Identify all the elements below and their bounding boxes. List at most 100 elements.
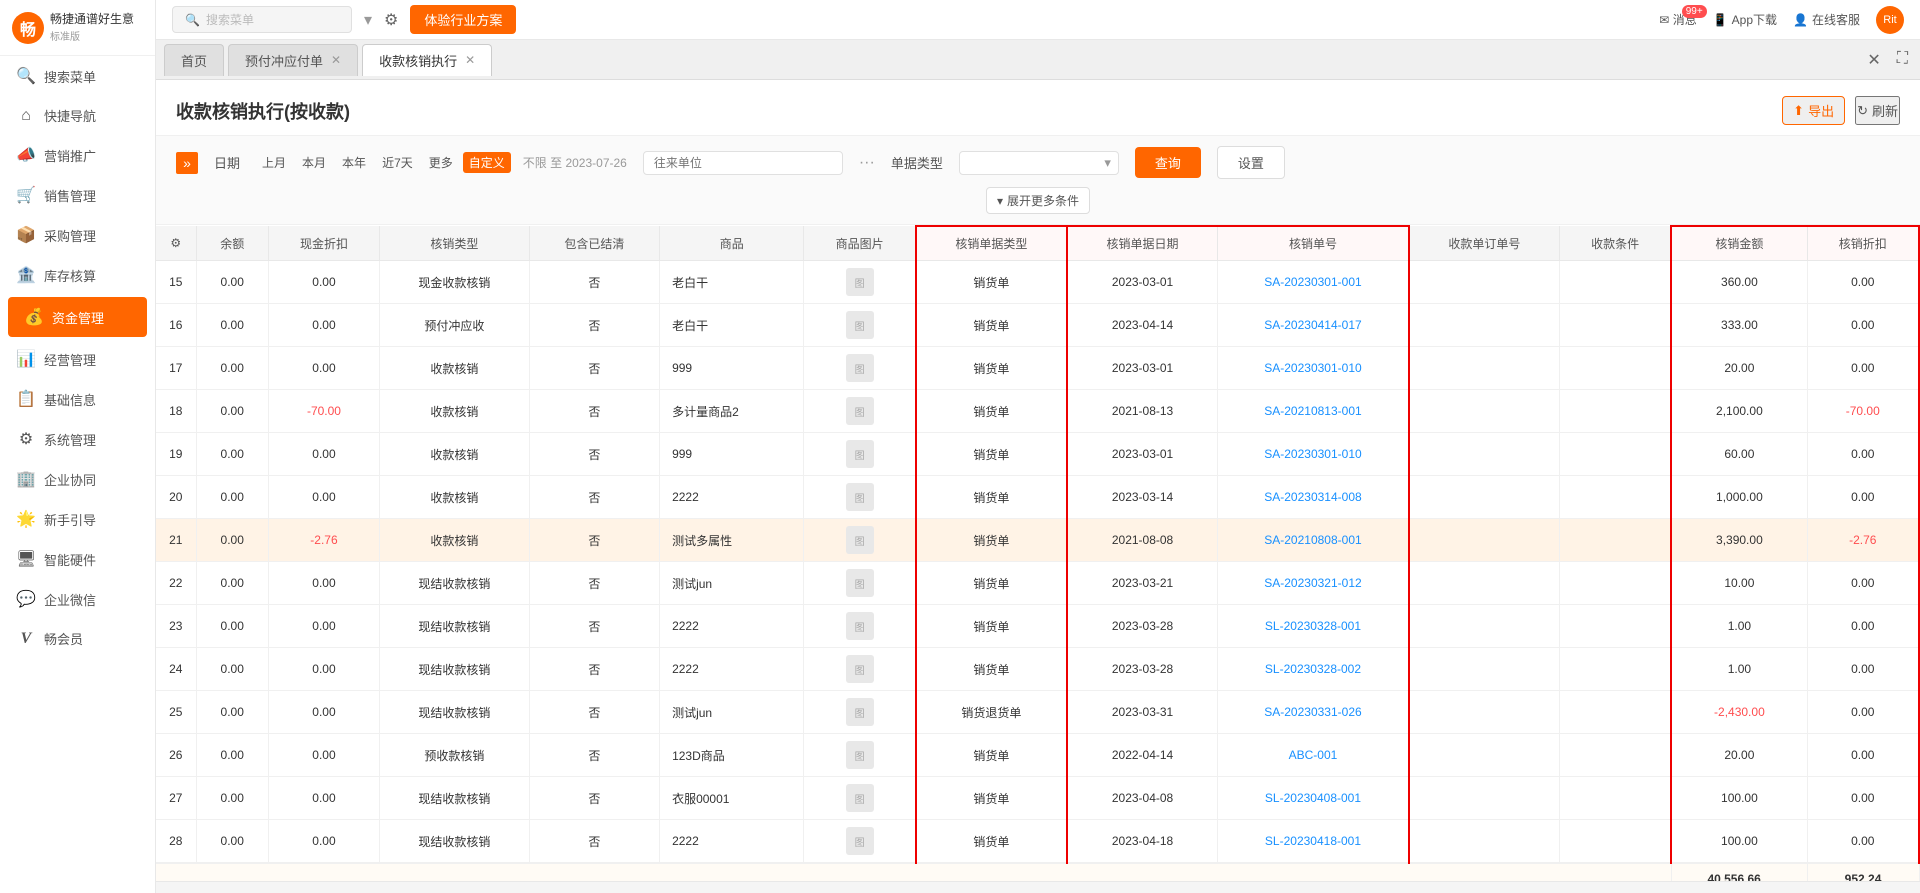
write-off-no-link[interactable]: SL-20230418-001 bbox=[1265, 834, 1361, 848]
cell-seq: 15 bbox=[156, 261, 196, 304]
export-btn[interactable]: ⬆ 导出 bbox=[1782, 96, 1845, 125]
filter-date-7days[interactable]: 近7天 bbox=[376, 152, 419, 173]
sidebar-item-basic-info[interactable]: 📋 基础信息 bbox=[0, 379, 155, 419]
col-receipt-condition: 收款条件 bbox=[1559, 226, 1671, 261]
write-off-no-link[interactable]: SL-20230328-002 bbox=[1265, 662, 1361, 676]
app-download[interactable]: 📱 App下载 bbox=[1713, 11, 1777, 28]
cell-cash-discount: 0.00 bbox=[268, 347, 379, 390]
write-off-no-link[interactable]: SA-20210813-001 bbox=[1264, 404, 1361, 418]
cell-receipt-order-no bbox=[1409, 777, 1559, 820]
col-balance: 余额 bbox=[196, 226, 268, 261]
cell-receipt-condition bbox=[1559, 820, 1671, 864]
cell-balance: 0.00 bbox=[196, 734, 268, 777]
write-off-no-link[interactable]: SA-20230301-001 bbox=[1264, 275, 1361, 289]
basic-info-icon: 📋 bbox=[16, 389, 36, 409]
inventory-icon: 🏦 bbox=[16, 265, 36, 285]
cell-write-off-type: 现结收款核销 bbox=[380, 691, 530, 734]
user-avatar[interactable]: Rit bbox=[1876, 6, 1904, 34]
doc-type-select[interactable] bbox=[959, 151, 1119, 175]
sidebar-item-sales[interactable]: 🛒 销售管理 bbox=[0, 175, 155, 215]
industry-btn[interactable]: 体验行业方案 bbox=[410, 5, 516, 34]
col-gear[interactable]: ⚙ bbox=[156, 226, 196, 261]
cell-goods-img: 图 bbox=[804, 734, 916, 777]
table-row: 24 0.00 0.00 现结收款核销 否 2222 图 销货单 2023-03… bbox=[156, 648, 1919, 691]
cell-cash-discount: 0.00 bbox=[268, 433, 379, 476]
write-off-no-link[interactable]: ABC-001 bbox=[1289, 748, 1338, 762]
write-off-no-link[interactable]: SA-20230301-010 bbox=[1264, 447, 1361, 461]
sidebar-item-guide[interactable]: 🌟 新手引导 bbox=[0, 499, 155, 539]
table-head: ⚙ 余额 现金折扣 核销类型 包含已结清 商品 商品图片 核销单据类型 核销单据… bbox=[156, 226, 1919, 261]
write-off-no-link[interactable]: SA-20210808-001 bbox=[1264, 533, 1361, 547]
expand-icon: ▾ bbox=[997, 194, 1003, 208]
cell-write-off-no: ABC-001 bbox=[1218, 734, 1409, 777]
cell-balance: 0.00 bbox=[196, 261, 268, 304]
cell-cash-discount: 0.00 bbox=[268, 261, 379, 304]
query-btn[interactable]: 查询 bbox=[1135, 147, 1201, 178]
cell-receipt-order-no bbox=[1409, 476, 1559, 519]
cell-balance: 0.00 bbox=[196, 691, 268, 734]
sidebar-item-business[interactable]: 📊 经营管理 bbox=[0, 339, 155, 379]
online-service[interactable]: 👤 在线客服 bbox=[1793, 11, 1860, 28]
search-box[interactable]: 🔍 搜索菜单 bbox=[172, 6, 352, 33]
expand-more-btn[interactable]: ▾ 展开更多条件 bbox=[986, 187, 1090, 214]
tab-receipts-close[interactable]: ✕ bbox=[465, 53, 475, 67]
sidebar-item-system[interactable]: ⚙ 系统管理 bbox=[0, 419, 155, 459]
cell-receipt-order-no bbox=[1409, 734, 1559, 777]
cell-write-off-date: 2023-03-01 bbox=[1067, 261, 1217, 304]
maximize-btn[interactable]: ⛶ bbox=[1893, 46, 1912, 74]
cell-write-off-discount: 0.00 bbox=[1807, 605, 1919, 648]
write-off-no-link[interactable]: SA-20230414-017 bbox=[1264, 318, 1361, 332]
cell-goods-img: 图 bbox=[804, 304, 916, 347]
sidebar-item-hardware[interactable]: 🖥 智能硬件 bbox=[0, 539, 155, 579]
write-off-no-link[interactable]: SA-20230301-010 bbox=[1264, 361, 1361, 375]
filter-date-more[interactable]: 更多 bbox=[423, 152, 459, 173]
filter-date-custom[interactable]: 自定义 bbox=[463, 152, 511, 173]
table-row: 27 0.00 0.00 现结收款核销 否 衣服00001 图 销货单 2023… bbox=[156, 777, 1919, 820]
filter-date-last-month[interactable]: 上月 bbox=[256, 152, 292, 173]
table-footer: 40,556,66... 952.24 bbox=[156, 863, 1919, 881]
sidebar-item-marketing[interactable]: 📣 营销推广 bbox=[0, 135, 155, 175]
settings-btn[interactable]: 设置 bbox=[1217, 146, 1285, 179]
filter-ellipsis: ··· bbox=[859, 154, 875, 172]
table-container[interactable]: ⚙ 余额 现金折扣 核销类型 包含已结清 商品 商品图片 核销单据类型 核销单据… bbox=[156, 225, 1920, 881]
cell-include-settled: 否 bbox=[529, 261, 659, 304]
sidebar-item-wechat[interactable]: 💬 企业微信 bbox=[0, 579, 155, 619]
write-off-no-link[interactable]: SA-20230321-012 bbox=[1264, 576, 1361, 590]
close-window-btn[interactable]: ✕ bbox=[1863, 46, 1884, 74]
tab-receipts[interactable]: 收款核销执行 ✕ bbox=[362, 44, 492, 76]
cell-write-off-amount: 20.00 bbox=[1671, 347, 1807, 390]
sidebar-item-enterprise[interactable]: 🏢 企业协同 bbox=[0, 459, 155, 499]
chevron-down-icon[interactable]: ▾ bbox=[364, 10, 372, 30]
cell-write-off-amount: -2,430.00 bbox=[1671, 691, 1807, 734]
write-off-no-link[interactable]: SL-20230408-001 bbox=[1265, 791, 1361, 805]
col-cash-discount: 现金折扣 bbox=[268, 226, 379, 261]
write-off-no-link[interactable]: SA-20230331-026 bbox=[1264, 705, 1361, 719]
write-off-no-link[interactable]: SA-20230314-008 bbox=[1264, 490, 1361, 504]
write-off-no-link[interactable]: SL-20230328-001 bbox=[1265, 619, 1361, 633]
filter-expand-btn[interactable]: » bbox=[176, 152, 198, 174]
cell-write-off-no: SL-20230418-001 bbox=[1218, 820, 1409, 864]
tab-prepay[interactable]: 预付冲应付单 ✕ bbox=[228, 44, 358, 76]
sidebar-item-purchase[interactable]: 📦 采购管理 bbox=[0, 215, 155, 255]
tab-prepay-close[interactable]: ✕ bbox=[331, 53, 341, 67]
sidebar-item-member[interactable]: V 畅会员 bbox=[0, 619, 155, 658]
filter-date-this-month[interactable]: 本月 bbox=[296, 152, 332, 173]
sidebar-item-quick-nav[interactable]: ⌂ 快捷导航 bbox=[0, 96, 155, 135]
refresh-btn[interactable]: ↻ 刷新 bbox=[1855, 96, 1900, 125]
scroll-hint[interactable] bbox=[156, 881, 1920, 893]
source-unit-input[interactable] bbox=[643, 151, 843, 175]
sidebar-item-search[interactable]: 🔍 搜索菜单 bbox=[0, 56, 155, 96]
cell-seq: 27 bbox=[156, 777, 196, 820]
cell-write-off-discount: 0.00 bbox=[1807, 820, 1919, 864]
cell-receipt-condition bbox=[1559, 777, 1671, 820]
search-icon: 🔍 bbox=[185, 13, 200, 27]
cell-balance: 0.00 bbox=[196, 777, 268, 820]
sidebar-item-inventory[interactable]: 🏦 库存核算 bbox=[0, 255, 155, 295]
tab-home[interactable]: 首页 bbox=[164, 44, 224, 76]
gear-icon[interactable]: ⚙ bbox=[384, 10, 398, 30]
cell-write-off-doc-type: 销货单 bbox=[916, 562, 1067, 605]
message-badge-container[interactable]: ✉ 消息 99+ bbox=[1659, 11, 1696, 28]
filter-date-this-year[interactable]: 本年 bbox=[336, 152, 372, 173]
sidebar-item-funds[interactable]: 💰 资金管理 bbox=[8, 297, 147, 337]
sales-icon: 🛒 bbox=[16, 185, 36, 205]
